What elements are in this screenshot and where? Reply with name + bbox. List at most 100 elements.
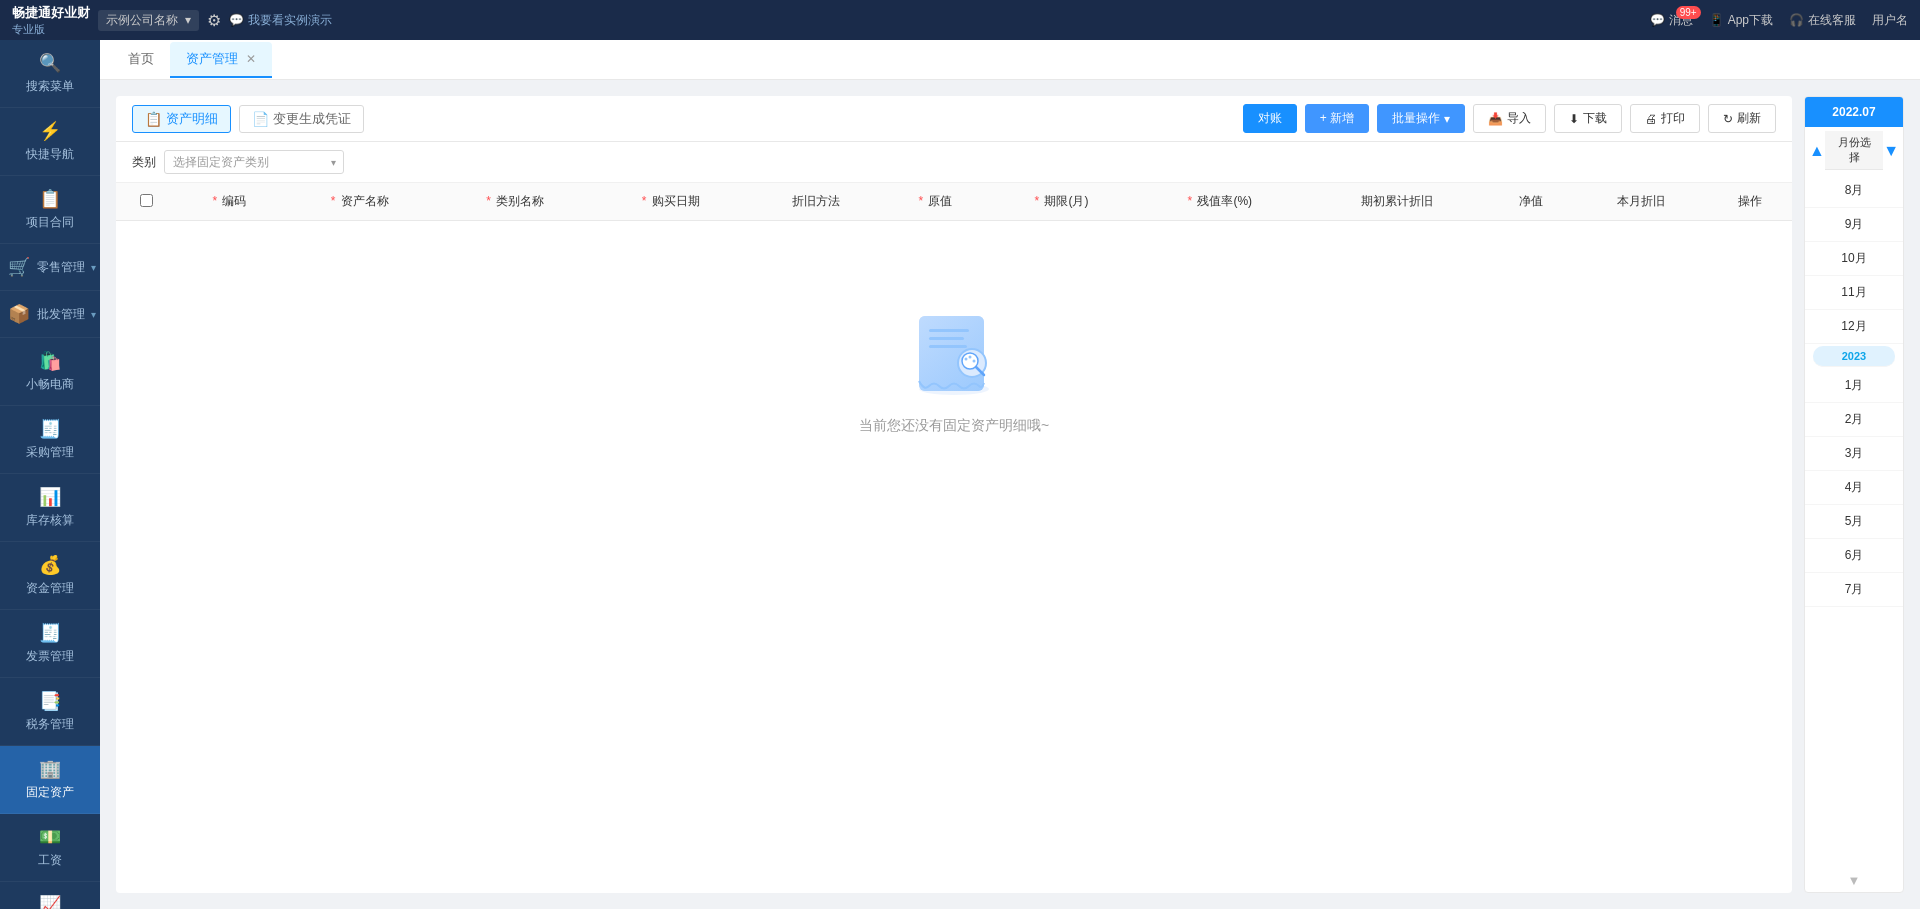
tab-close-icon[interactable]: ✕ <box>246 52 256 66</box>
svg-rect-4 <box>929 337 964 340</box>
top-bar: 畅捷通好业财 专业版 示例公司名称 ▾ ⚙ 💬 我要看实例演示 💬 消息 99+… <box>0 0 1920 40</box>
page-content: 📋 资产明细 📄 变更生成凭证 对账 + 新增 批量操作 ▾ <box>100 80 1920 909</box>
category-filter-wrap: 选择固定资产类别 ▾ <box>164 150 344 174</box>
sidebar-item-wholesale[interactable]: 📦 批发管理 ▾ <box>0 291 100 338</box>
retail-icon: 🛒 <box>8 256 30 278</box>
asset-table: * 编码 * 资产名称 * 类别名称 <box>116 183 1792 221</box>
col-name: * 资产名称 <box>282 183 437 221</box>
subtab-voucher-label: 变更生成凭证 <box>273 110 351 128</box>
user-menu[interactable]: 用户名 <box>1872 12 1908 29</box>
month-item-6[interactable]: 6月 <box>1805 539 1903 573</box>
message-button[interactable]: 💬 消息 99+ <box>1650 12 1693 29</box>
download-button[interactable]: ⬇ 下载 <box>1554 104 1622 133</box>
svg-rect-3 <box>929 329 969 332</box>
sidebar-item-operation[interactable]: 📈 经营管理 <box>0 882 100 909</box>
month-item-1[interactable]: 1月 <box>1805 369 1903 403</box>
finance-icon: 💰 <box>39 554 61 576</box>
salary-icon: 💵 <box>39 826 61 848</box>
add-new-button[interactable]: + 新增 <box>1305 104 1369 133</box>
tab-assets-mgmt[interactable]: 资产管理 ✕ <box>170 42 272 78</box>
col-depreciation-method: 折旧方法 <box>748 183 882 221</box>
month-item-8[interactable]: 8月 <box>1805 174 1903 208</box>
operation-icon: 📈 <box>39 894 61 909</box>
month-item-4[interactable]: 4月 <box>1805 471 1903 505</box>
print-icon: 🖨 <box>1645 112 1657 126</box>
sidebar-label-invoice: 发票管理 <box>26 648 74 665</box>
sidebar-item-assets[interactable]: 🏢 固定资产 <box>0 746 100 814</box>
empty-illustration <box>894 301 1014 401</box>
select-all-checkbox[interactable] <box>140 194 153 207</box>
download-icon: ⬇ <box>1569 112 1579 126</box>
sidebar-item-retail[interactable]: 🛒 零售管理 ▾ <box>0 244 100 291</box>
app-download-button[interactable]: 📱 App下载 <box>1709 12 1773 29</box>
col-accumulated-depreciation: 期初累计折旧 <box>1305 183 1490 221</box>
refresh-icon: ↻ <box>1723 112 1733 126</box>
batch-ops-button[interactable]: 批量操作 ▾ <box>1377 104 1465 133</box>
quicknav-icon: ⚡ <box>39 120 61 142</box>
month-item-9[interactable]: 9月 <box>1805 208 1903 242</box>
month-item-7[interactable]: 7月 <box>1805 573 1903 607</box>
sidebar-item-tax[interactable]: 📑 税务管理 <box>0 678 100 746</box>
month-item-3[interactable]: 3月 <box>1805 437 1903 471</box>
sidebar-item-inventory[interactable]: 📊 库存核算 <box>0 474 100 542</box>
col-category: * 类别名称 <box>437 183 592 221</box>
sidebar-item-project[interactable]: 📋 项目合同 <box>0 176 100 244</box>
category-select[interactable]: 选择固定资产类别 <box>164 150 344 174</box>
col-original-value: * 原值 <box>883 183 988 221</box>
svg-point-11 <box>973 360 976 363</box>
retail-arrow-icon: ▾ <box>91 262 96 273</box>
sidebar-label-salary: 工资 <box>38 852 62 869</box>
month-panel-nav: ▲ 月份选择 ▼ <box>1805 127 1903 174</box>
message-icon: 💬 <box>1650 13 1665 27</box>
tab-bar: 首页 资产管理 ✕ <box>100 40 1920 80</box>
main-layout: 🔍 搜索菜单 ⚡ 快捷导航 📋 项目合同 🛒 零售管理 ▾ 📦 批发管理 ▾ 🛍… <box>0 40 1920 909</box>
online-service-button[interactable]: 🎧 在线客服 <box>1789 12 1856 29</box>
asset-table-wrap: * 编码 * 资产名称 * 类别名称 <box>116 183 1792 893</box>
sidebar-label-purchase: 采购管理 <box>26 444 74 461</box>
subtab-detail[interactable]: 📋 资产明细 <box>132 105 231 133</box>
sidebar-item-finance[interactable]: 💰 资金管理 <box>0 542 100 610</box>
month-next-btn[interactable]: ▼ <box>1883 131 1899 170</box>
company-dropdown-icon: ▾ <box>185 13 191 27</box>
message-badge: 99+ <box>1676 6 1701 19</box>
col-operation: 操作 <box>1708 183 1792 221</box>
wholesale-arrow-icon: ▾ <box>91 309 96 320</box>
month-list: 8月 9月 10月 11月 12月 2023 1月 2月 3月 4月 5月 6月… <box>1805 174 1903 869</box>
col-monthly-depreciation: 本月折旧 <box>1573 183 1707 221</box>
inventory-icon: 📊 <box>39 486 61 508</box>
year-2023-label: 2023 <box>1813 346 1895 367</box>
top-bar-left: 畅捷通好业财 专业版 示例公司名称 ▾ ⚙ 💬 我要看实例演示 <box>12 4 332 37</box>
month-item-5[interactable]: 5月 <box>1805 505 1903 539</box>
month-panel-down-icon[interactable]: ▼ <box>1805 869 1903 892</box>
invoice-icon: 🧾 <box>39 622 61 644</box>
svg-point-9 <box>965 358 968 361</box>
subtab-voucher[interactable]: 📄 变更生成凭证 <box>239 105 364 133</box>
import-button[interactable]: 📥 导入 <box>1473 104 1546 133</box>
reconcile-button[interactable]: 对账 <box>1243 104 1297 133</box>
sub-tabs: 📋 资产明细 📄 变更生成凭证 对账 + 新增 批量操作 ▾ <box>116 96 1792 142</box>
company-selector[interactable]: 示例公司名称 ▾ <box>98 10 199 31</box>
sidebar-item-salary[interactable]: 💵 工资 <box>0 814 100 882</box>
batch-dropdown-icon: ▾ <box>1444 112 1450 126</box>
month-item-11[interactable]: 11月 <box>1805 276 1903 310</box>
sidebar: 🔍 搜索菜单 ⚡ 快捷导航 📋 项目合同 🛒 零售管理 ▾ 📦 批发管理 ▾ 🛍… <box>0 40 100 909</box>
print-button[interactable]: 🖨 打印 <box>1630 104 1700 133</box>
settings-icon[interactable]: ⚙ <box>207 11 221 30</box>
sidebar-label-project: 项目合同 <box>26 214 74 231</box>
col-period: * 期限(月) <box>988 183 1135 221</box>
tab-home[interactable]: 首页 <box>112 42 170 78</box>
sidebar-label-tax: 税务管理 <box>26 716 74 733</box>
month-item-2[interactable]: 2月 <box>1805 403 1903 437</box>
month-item-12[interactable]: 12月 <box>1805 310 1903 344</box>
sidebar-item-purchase[interactable]: 🧾 采购管理 <box>0 406 100 474</box>
sidebar-item-invoice[interactable]: 🧾 发票管理 <box>0 610 100 678</box>
demo-link[interactable]: 💬 我要看实例演示 <box>229 12 332 29</box>
sidebar-item-ecommerce[interactable]: 🛍️ 小畅电商 <box>0 338 100 406</box>
month-panel-label: 月份选择 <box>1825 131 1883 170</box>
month-prev-btn[interactable]: ▲ <box>1809 131 1825 170</box>
sidebar-item-quicknav[interactable]: ⚡ 快捷导航 <box>0 108 100 176</box>
month-item-10[interactable]: 10月 <box>1805 242 1903 276</box>
sidebar-item-search[interactable]: 🔍 搜索菜单 <box>0 40 100 108</box>
refresh-button[interactable]: ↻ 刷新 <box>1708 104 1776 133</box>
col-checkbox <box>116 183 177 221</box>
